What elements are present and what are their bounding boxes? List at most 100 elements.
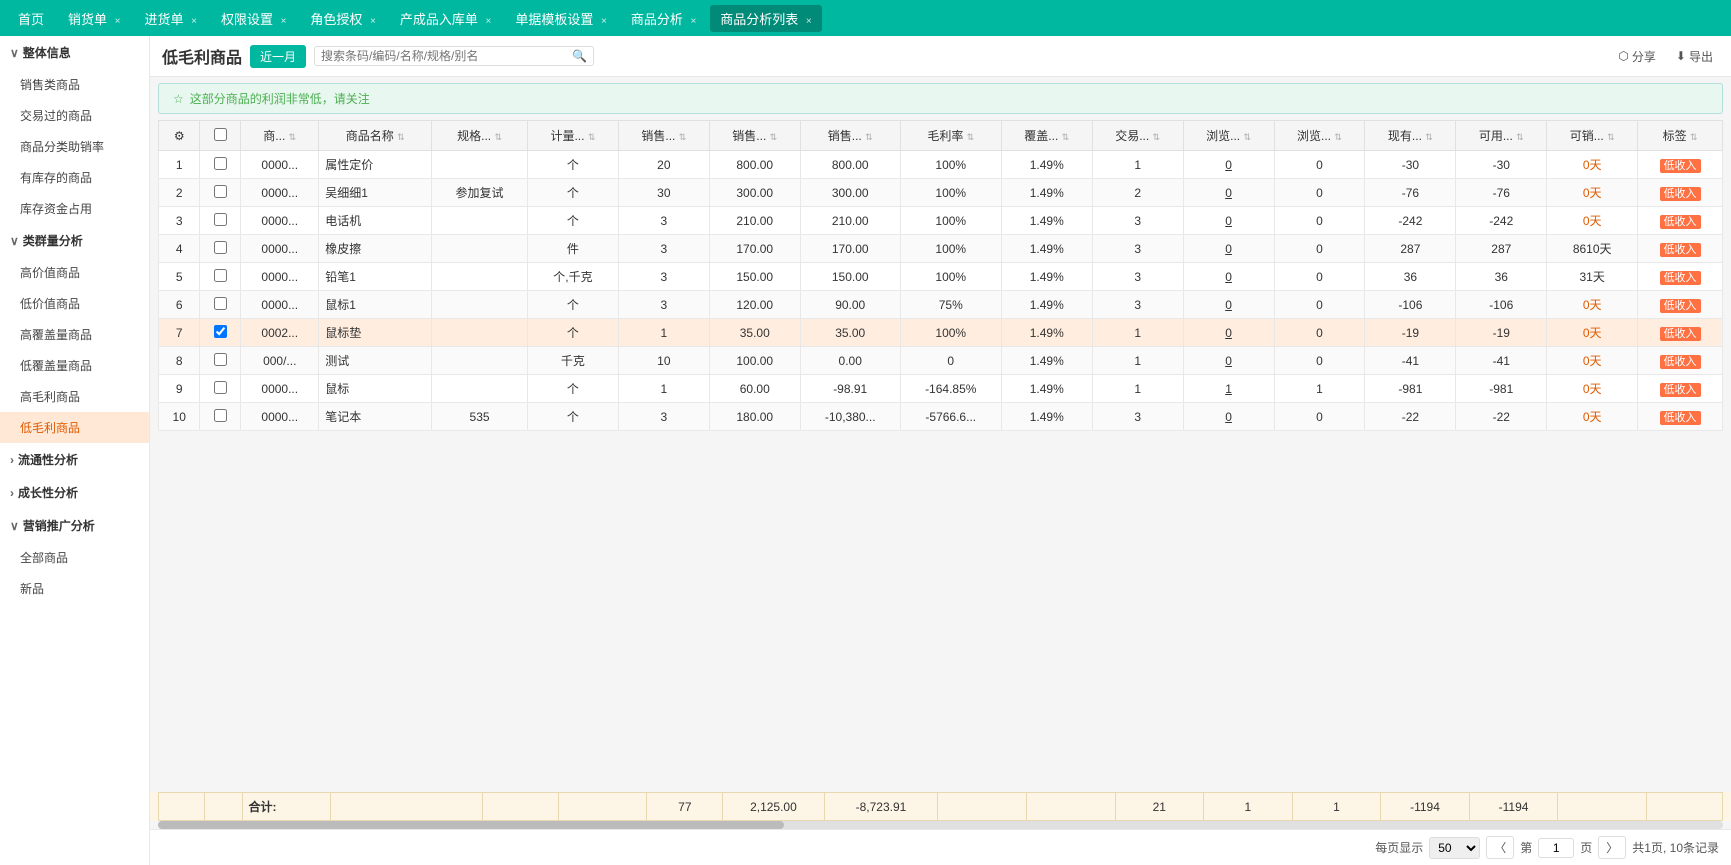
row-browse1[interactable]: 0 bbox=[1183, 403, 1274, 431]
nav-product-analysis-list[interactable]: 商品分析列表 × bbox=[710, 5, 821, 32]
row-sales-amount: 170.00 bbox=[800, 235, 900, 263]
row-checkbox[interactable] bbox=[214, 241, 227, 254]
col-available[interactable]: 可用... ⇅ bbox=[1456, 121, 1547, 151]
row-checkbox-cell[interactable] bbox=[200, 403, 241, 431]
nav-home[interactable]: 首页 bbox=[8, 5, 54, 32]
row-checkbox-cell[interactable] bbox=[200, 235, 241, 263]
sidebar-item-capital[interactable]: 库存资金占用 bbox=[0, 193, 149, 224]
nav-template-close[interactable]: × bbox=[601, 16, 607, 27]
row-browse1[interactable]: 0 bbox=[1183, 347, 1274, 375]
col-code[interactable]: 商... ⇅ bbox=[241, 121, 319, 151]
col-settings[interactable]: ⚙ bbox=[159, 121, 200, 151]
nav-product-analysis-close[interactable]: × bbox=[690, 16, 696, 27]
col-unit[interactable]: 计量... ⇅ bbox=[527, 121, 618, 151]
sidebar-item-in-stock[interactable]: 有库存的商品 bbox=[0, 162, 149, 193]
col-sales-qty[interactable]: 销售... ⇅ bbox=[618, 121, 709, 151]
row-browse1[interactable]: 1 bbox=[1183, 375, 1274, 403]
per-page-select[interactable]: 50 20 100 bbox=[1429, 837, 1480, 859]
next-page-button[interactable]: 〉 bbox=[1598, 836, 1626, 859]
row-checkbox[interactable] bbox=[214, 381, 227, 394]
nav-purchase-close[interactable]: × bbox=[191, 16, 197, 27]
sidebar-group-cluster[interactable]: ∨ 类群量分析 bbox=[0, 224, 149, 257]
date-filter-button[interactable]: 近一月 bbox=[250, 45, 306, 68]
row-checkbox-cell[interactable] bbox=[200, 179, 241, 207]
row-sales-price: 60.00 bbox=[709, 375, 800, 403]
nav-product-analysis-list-close[interactable]: × bbox=[806, 16, 812, 27]
col-coverage[interactable]: 覆盖... ⇅ bbox=[1001, 121, 1092, 151]
col-browse2[interactable]: 浏览... ⇅ bbox=[1274, 121, 1365, 151]
row-browse1[interactable]: 0 bbox=[1183, 179, 1274, 207]
col-sales-amount[interactable]: 销售... ⇅ bbox=[800, 121, 900, 151]
row-browse1[interactable]: 0 bbox=[1183, 263, 1274, 291]
row-checkbox-cell[interactable] bbox=[200, 151, 241, 179]
row-code: 000/... bbox=[241, 347, 319, 375]
sidebar-item-high-coverage[interactable]: 高覆盖量商品 bbox=[0, 319, 149, 350]
row-checkbox-cell[interactable] bbox=[200, 263, 241, 291]
row-browse1[interactable]: 0 bbox=[1183, 319, 1274, 347]
sidebar-item-category-rate[interactable]: 商品分类助销率 bbox=[0, 131, 149, 162]
col-sales-price[interactable]: 销售... ⇅ bbox=[709, 121, 800, 151]
sidebar-item-all-goods[interactable]: 全部商品 bbox=[0, 542, 149, 573]
col-margin[interactable]: 毛利率 ⇅ bbox=[900, 121, 1001, 151]
prev-page-button[interactable]: 〈 bbox=[1486, 836, 1514, 859]
row-checkbox[interactable] bbox=[214, 213, 227, 226]
sidebar-item-new-goods[interactable]: 新品 bbox=[0, 573, 149, 604]
col-transaction[interactable]: 交易... ⇅ bbox=[1092, 121, 1183, 151]
sidebar-group-circulation[interactable]: › 流通性分析 bbox=[0, 443, 149, 476]
row-browse1[interactable]: 0 bbox=[1183, 151, 1274, 179]
row-browse1[interactable]: 0 bbox=[1183, 291, 1274, 319]
nav-template[interactable]: 单据模板设置 × bbox=[505, 5, 616, 32]
row-checkbox[interactable] bbox=[214, 325, 227, 338]
sidebar-item-traded-goods[interactable]: 交易过的商品 bbox=[0, 100, 149, 131]
nav-product-entry[interactable]: 产成品入库单 × bbox=[390, 5, 501, 32]
col-spec[interactable]: 规格... ⇅ bbox=[432, 121, 528, 151]
nav-permissions[interactable]: 权限设置 × bbox=[211, 5, 296, 32]
row-browse1[interactable]: 0 bbox=[1183, 207, 1274, 235]
row-checkbox-cell[interactable] bbox=[200, 347, 241, 375]
col-checkbox[interactable] bbox=[200, 121, 241, 151]
export-button[interactable]: ⬇ 导出 bbox=[1670, 45, 1719, 68]
row-tag: 低收入 bbox=[1638, 403, 1723, 431]
row-sales-amount: 800.00 bbox=[800, 151, 900, 179]
sidebar-item-low-coverage[interactable]: 低覆盖量商品 bbox=[0, 350, 149, 381]
row-checkbox[interactable] bbox=[214, 409, 227, 422]
share-button[interactable]: ⬡ 分享 bbox=[1612, 45, 1662, 68]
sidebar-item-high-margin[interactable]: 高毛利商品 bbox=[0, 381, 149, 412]
search-input[interactable] bbox=[321, 49, 568, 63]
row-browse1[interactable]: 0 bbox=[1183, 235, 1274, 263]
row-tag: 低收入 bbox=[1638, 263, 1723, 291]
col-current-stock[interactable]: 现有... ⇅ bbox=[1365, 121, 1456, 151]
col-tag[interactable]: 标签 ⇅ bbox=[1638, 121, 1723, 151]
sidebar-item-sales-goods[interactable]: 销售类商品 bbox=[0, 69, 149, 100]
sidebar-group-marketing[interactable]: ∨ 营销推广分析 bbox=[0, 509, 149, 542]
nav-product-entry-close[interactable]: × bbox=[486, 16, 492, 27]
sidebar-item-low-margin[interactable]: 低毛利商品 bbox=[0, 412, 149, 443]
row-checkbox[interactable] bbox=[214, 353, 227, 366]
col-saleable[interactable]: 可销... ⇅ bbox=[1547, 121, 1638, 151]
row-checkbox-cell[interactable] bbox=[200, 207, 241, 235]
sidebar-item-low-value[interactable]: 低价值商品 bbox=[0, 288, 149, 319]
row-checkbox[interactable] bbox=[214, 297, 227, 310]
row-checkbox-cell[interactable] bbox=[200, 375, 241, 403]
nav-permissions-close[interactable]: × bbox=[281, 16, 287, 27]
page-number-input[interactable] bbox=[1538, 838, 1574, 858]
nav-roles[interactable]: 角色授权 × bbox=[300, 5, 385, 32]
sidebar-group-overall[interactable]: ∨ 整体信息 bbox=[0, 36, 149, 69]
nav-roles-close[interactable]: × bbox=[370, 16, 376, 27]
scroll-thumb[interactable] bbox=[158, 821, 784, 829]
row-checkbox[interactable] bbox=[214, 157, 227, 170]
row-checkbox[interactable] bbox=[214, 269, 227, 282]
nav-purchase[interactable]: 进货单 × bbox=[134, 5, 206, 32]
row-checkbox-cell[interactable] bbox=[200, 291, 241, 319]
nav-product-analysis[interactable]: 商品分析 × bbox=[621, 5, 706, 32]
row-checkbox-cell[interactable] bbox=[200, 319, 241, 347]
select-all-checkbox[interactable] bbox=[214, 128, 227, 141]
sidebar-group-growth[interactable]: › 成长性分析 bbox=[0, 476, 149, 509]
sidebar-item-high-value[interactable]: 高价值商品 bbox=[0, 257, 149, 288]
top-nav: 首页 销货单 × 进货单 × 权限设置 × 角色授权 × 产成品入库单 × 单据… bbox=[0, 0, 1731, 36]
col-name[interactable]: 商品名称 ⇅ bbox=[319, 121, 432, 151]
nav-sales[interactable]: 销货单 × bbox=[58, 5, 130, 32]
col-browse1[interactable]: 浏览... ⇅ bbox=[1183, 121, 1274, 151]
row-checkbox[interactable] bbox=[214, 185, 227, 198]
nav-sales-close[interactable]: × bbox=[115, 16, 121, 27]
